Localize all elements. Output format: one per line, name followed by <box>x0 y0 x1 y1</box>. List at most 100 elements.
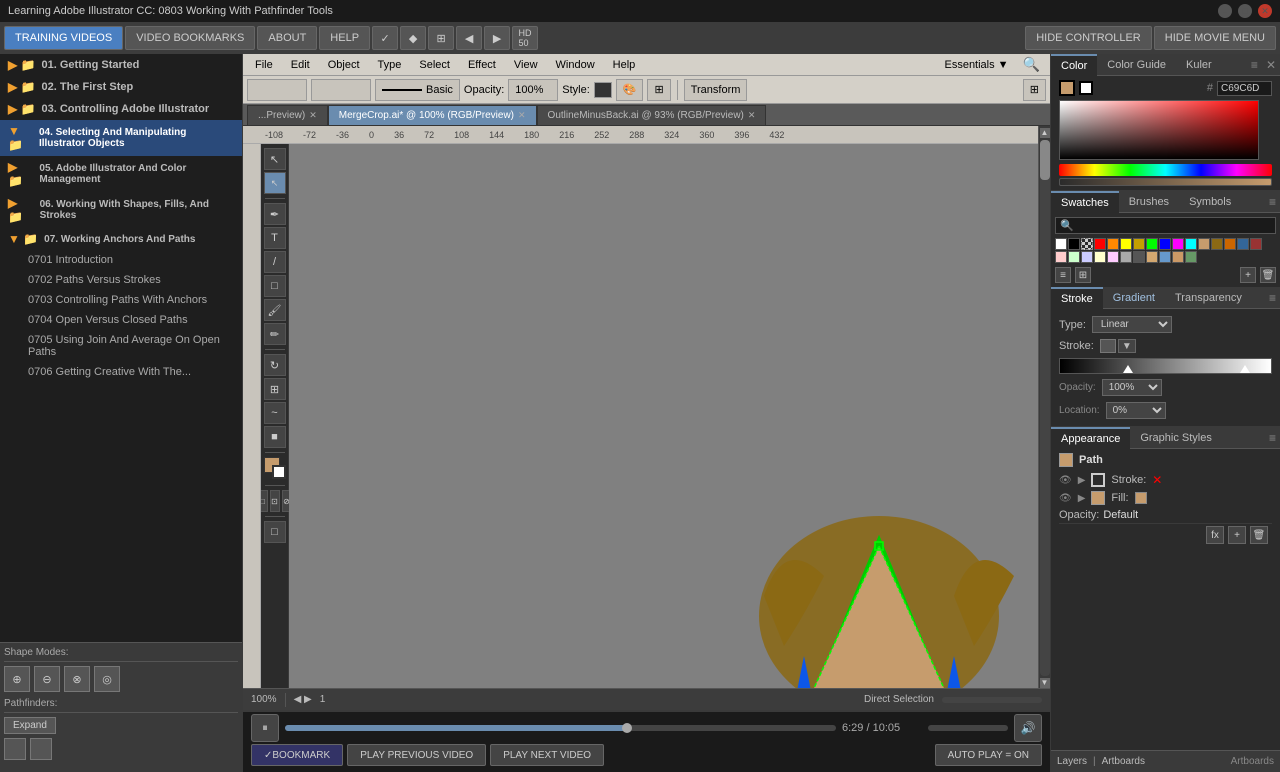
new-art-btn[interactable]: + <box>1228 526 1246 544</box>
swatches-search-input[interactable] <box>1074 220 1271 231</box>
maximize-button[interactable]: □ <box>1238 4 1252 18</box>
sidebar-subitem-0706[interactable]: 0706 Getting Creative With The... <box>0 362 242 382</box>
sidebar-item-04[interactable]: ▼ 📁 04. Selecting And Manipulating Illus… <box>0 120 242 156</box>
tab-outlineminus[interactable]: OutlineMinusBack.ai @ 93% (RGB/Preview) … <box>537 105 767 125</box>
swatch-maroon[interactable] <box>1250 238 1262 250</box>
tab-mergecrop[interactable]: MergeCrop.ai* @ 100% (RGB/Preview) ✕ <box>328 105 537 125</box>
opacity-select[interactable]: 100% <box>1102 379 1162 396</box>
line-tool[interactable]: / <box>264 251 286 273</box>
paintbrush-tool[interactable]: 🖌 <box>264 299 286 321</box>
minimize-button[interactable]: – <box>1218 4 1232 18</box>
sidebar-item-02[interactable]: ▶ 📁 02. The First Step <box>0 76 242 98</box>
sidebar-item-06[interactable]: ▶ 📁 06. Working With Shapes, Fills, And … <box>0 192 242 228</box>
gradient-tool[interactable]: ■ <box>264 426 286 448</box>
color-tab[interactable]: Color <box>1051 54 1097 76</box>
rotate-tool[interactable]: ↻ <box>264 354 286 376</box>
stroke-menu-btn[interactable]: ▼ <box>1118 339 1136 353</box>
swatch-blue[interactable] <box>1159 238 1171 250</box>
add-effect-btn[interactable]: fx <box>1206 526 1224 544</box>
unite-btn[interactable]: ⊕ <box>4 666 30 692</box>
stroke-color-btn[interactable] <box>1100 339 1116 353</box>
transparency-tab[interactable]: Transparency <box>1165 287 1252 309</box>
tab-preview[interactable]: ...Preview) ✕ <box>247 105 328 125</box>
location-select[interactable]: 0% <box>1106 402 1166 419</box>
gradient-stop-right[interactable] <box>1240 365 1250 373</box>
video-bookmarks-button[interactable]: VIDEO BOOKMARKS <box>125 26 255 50</box>
color-guide-tab[interactable]: Color Guide <box>1097 54 1176 76</box>
swatch-darkorange[interactable] <box>1224 238 1236 250</box>
pencil-tool[interactable]: ✏ <box>264 323 286 345</box>
close-tab-2[interactable]: ✕ <box>748 110 756 121</box>
gradient-stop-left[interactable] <box>1123 365 1133 373</box>
sidebar-subitem-0703[interactable]: 0703 Controlling Paths With Anchors <box>0 290 242 310</box>
about-button[interactable]: ABOUT <box>257 26 317 50</box>
stroke-panel-menu[interactable]: ≡ <box>1265 291 1280 305</box>
selection-tool[interactable]: ↖ <box>264 148 286 170</box>
pathfinder-btn-2[interactable] <box>30 738 52 760</box>
delete-item-btn[interactable]: 🗑 <box>1250 526 1268 544</box>
stroke-color-box[interactable] <box>272 465 286 479</box>
next-icon[interactable]: ▶ <box>484 26 510 50</box>
menu-help[interactable]: Help <box>605 57 644 73</box>
prev-icon[interactable]: ◀ <box>456 26 482 50</box>
transform-btn[interactable]: Transform <box>684 79 748 101</box>
swatches-tab[interactable]: Swatches <box>1051 191 1119 213</box>
close-button[interactable]: ✕ <box>1258 4 1272 18</box>
appearance-panel-menu[interactable]: ≡ <box>1265 431 1280 445</box>
menu-window[interactable]: Window <box>548 57 603 73</box>
help-button[interactable]: HELP <box>319 26 370 50</box>
arrange-btn[interactable]: ⊞ <box>647 79 670 101</box>
check-icon[interactable]: ✓ <box>372 26 398 50</box>
hue-bar[interactable] <box>1059 164 1272 176</box>
swatch-bluelight[interactable] <box>1081 251 1093 263</box>
prev-video-button[interactable]: PLAY PREVIOUS VIDEO <box>347 744 486 766</box>
swatch-caramel[interactable] <box>1172 251 1184 263</box>
screen-mode-btn[interactable]: □ <box>264 521 286 543</box>
sidebar-item-03[interactable]: ▶ 📁 03. Controlling Adobe Illustrator <box>0 98 242 120</box>
delete-swatch-btn[interactable]: 🗑 <box>1260 267 1276 283</box>
swatch-olive[interactable] <box>1185 251 1197 263</box>
pause-button[interactable]: ⏸ <box>251 714 279 742</box>
sidebar-subitem-0705[interactable]: 0705 Using Join And Average On Open Path… <box>0 330 242 362</box>
close-tab-1[interactable]: ✕ <box>518 110 526 121</box>
pathfinder-btn-1[interactable] <box>4 738 26 760</box>
stroke-eye-icon[interactable]: 👁 <box>1059 475 1072 486</box>
swatch-gold[interactable] <box>1133 238 1145 250</box>
canvas-area[interactable] <box>289 144 1038 688</box>
swatch-pinkpurple[interactable] <box>1107 251 1119 263</box>
swatch-yellowlight[interactable] <box>1094 251 1106 263</box>
progress-thumb[interactable] <box>622 723 632 733</box>
vertical-scrollbar[interactable]: ▲ ▼ <box>1038 126 1050 688</box>
scale-tool[interactable]: ⊞ <box>264 378 286 400</box>
hide-controller-button[interactable]: HIDE CONTROLLER <box>1025 26 1152 50</box>
swatch-magenta[interactable] <box>1172 238 1184 250</box>
alpha-bar[interactable] <box>1059 178 1272 186</box>
swatch-grid-view-btn[interactable]: ⊞ <box>1075 267 1091 283</box>
swatch-navy[interactable] <box>1237 238 1249 250</box>
essentials-dropdown[interactable]: Essentials ▼ <box>938 59 1014 71</box>
type-tool[interactable]: T <box>264 227 286 249</box>
swatch-white[interactable] <box>1055 238 1067 250</box>
swatch-yellow[interactable] <box>1120 238 1132 250</box>
selection-tool-dropdown[interactable] <box>247 79 307 101</box>
gradient-slider[interactable] <box>1059 358 1272 374</box>
swatch-pinklight[interactable] <box>1055 251 1067 263</box>
expand-icon[interactable]: ⊞ <box>428 26 454 50</box>
swatch-red[interactable] <box>1094 238 1106 250</box>
direct-selection-tool[interactable]: ↖ <box>264 172 286 194</box>
exclude-btn[interactable]: ◎ <box>94 666 120 692</box>
opacity-value[interactable]: 100% <box>508 79 558 101</box>
new-swatch-btn[interactable]: + <box>1240 267 1256 283</box>
stroke-tab[interactable]: Stroke <box>1051 287 1103 309</box>
progress-bar[interactable] <box>285 725 836 731</box>
color-panel-close[interactable]: ✕ <box>1262 58 1280 72</box>
swatch-orange[interactable] <box>1107 238 1119 250</box>
stroke-dropdown[interactable]: Basic <box>375 79 460 101</box>
fill-eye-icon[interactable]: 👁 <box>1059 493 1072 504</box>
sidebar-subitem-0701[interactable]: 0701 Introduction <box>0 250 242 270</box>
menu-view[interactable]: View <box>506 57 546 73</box>
expand-button[interactable]: Expand <box>4 717 56 734</box>
fill-indicator[interactable] <box>1059 80 1075 96</box>
swatch-greenlight[interactable] <box>1068 251 1080 263</box>
style-dropdown[interactable] <box>311 79 371 101</box>
